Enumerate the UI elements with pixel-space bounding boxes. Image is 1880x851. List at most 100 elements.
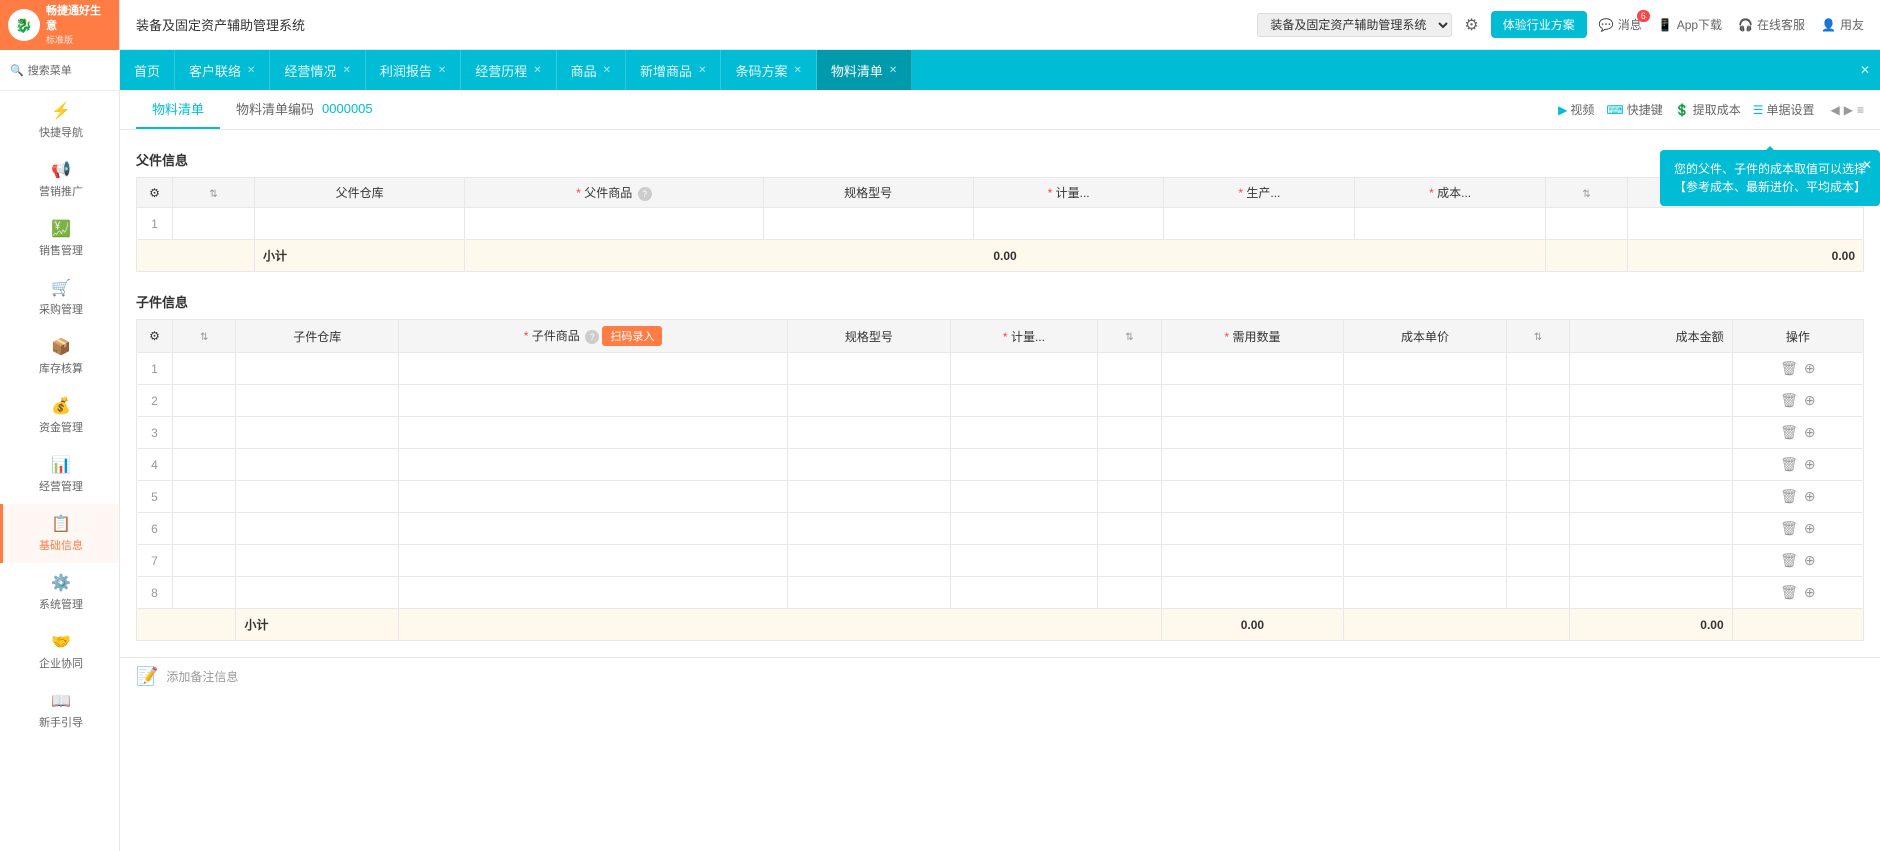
sub-tab-bom-list[interactable]: 物料清单 <box>136 90 220 129</box>
child-product-4[interactable] <box>398 449 787 481</box>
product-info-icon[interactable]: ? <box>638 187 652 201</box>
message-action[interactable]: 💬 消息 6 <box>1599 16 1642 33</box>
parent-produce-1[interactable] <box>1164 208 1355 240</box>
child-spec-2[interactable] <box>788 385 951 417</box>
child-warehouse-3[interactable] <box>236 417 399 449</box>
child-spec-1[interactable] <box>788 353 951 385</box>
delete-row-icon-3[interactable]: 🗑 <box>1780 424 1798 441</box>
child-unitcost-4[interactable] <box>1344 449 1507 481</box>
child-spec-8[interactable] <box>788 577 951 609</box>
sidebar-item-enterprise[interactable]: 🤝 企业协同 <box>0 622 119 681</box>
copy-row-icon-4[interactable]: ⊕ <box>1804 456 1816 473</box>
child-warehouse-8[interactable] <box>236 577 399 609</box>
child-qty-2[interactable] <box>1161 385 1344 417</box>
child-spec-6[interactable] <box>788 513 951 545</box>
tab-product-close[interactable]: ✕ <box>603 65 611 76</box>
child-unitcost-2[interactable] <box>1344 385 1507 417</box>
tab-bom[interactable]: 物料清单 ✕ <box>817 50 912 90</box>
user-action[interactable]: 👤 用友 <box>1821 16 1864 33</box>
child-product-5[interactable] <box>398 481 787 513</box>
child-warehouse-6[interactable] <box>236 513 399 545</box>
child-product-1[interactable] <box>398 353 787 385</box>
sidebar-item-finance[interactable]: 💰 资金管理 <box>0 386 119 445</box>
child-unit-7[interactable] <box>950 545 1098 577</box>
sidebar-search[interactable]: 🔍 搜索菜单 <box>0 50 119 91</box>
child-unit-4[interactable] <box>950 449 1098 481</box>
tab-customer[interactable]: 客户联络 ✕ <box>175 50 270 90</box>
tab-barcode[interactable]: 条码方案 ✕ <box>721 50 816 90</box>
sidebar-item-purchase[interactable]: 🛒 采购管理 <box>0 268 119 327</box>
sub-tab-bom-code[interactable]: 物料清单编码 0000005 <box>220 90 389 129</box>
sidebar-item-sales[interactable]: 💹 销售管理 <box>0 209 119 268</box>
app-download-action[interactable]: 📱 App下载 <box>1658 16 1722 33</box>
trial-button[interactable]: 体验行业方案 <box>1491 11 1587 38</box>
tab-history[interactable]: 经营历程 ✕ <box>461 50 556 90</box>
tab-profit[interactable]: 利润报告 ✕ <box>366 50 461 90</box>
tab-product[interactable]: 商品 ✕ <box>557 50 626 90</box>
delete-row-icon-7[interactable]: 🗑 <box>1780 552 1798 569</box>
add-note-text[interactable]: 添加备注信息 <box>166 668 238 685</box>
parent-unit-1[interactable] <box>973 208 1164 240</box>
sidebar-item-inventory[interactable]: 📦 库存核算 <box>0 327 119 386</box>
sidebar-item-system[interactable]: ⚙️ 系统管理 <box>0 563 119 622</box>
child-unitcost-5[interactable] <box>1344 481 1507 513</box>
parent-product-1[interactable] <box>465 208 764 240</box>
parent-warehouse-1[interactable] <box>255 208 465 240</box>
child-unitcost-6[interactable] <box>1344 513 1507 545</box>
child-unitcost-1[interactable] <box>1344 353 1507 385</box>
copy-row-icon-1[interactable]: ⊕ <box>1804 360 1816 377</box>
child-product-6[interactable] <box>398 513 787 545</box>
delete-row-icon-2[interactable]: 🗑 <box>1780 392 1798 409</box>
tab-new-product[interactable]: 新增商品 ✕ <box>626 50 721 90</box>
sidebar-item-marketing[interactable]: 📢 营销推广 <box>0 150 119 209</box>
system-dropdown[interactable]: 装备及固定资产辅助管理系统 <box>1257 13 1452 37</box>
child-warehouse-7[interactable] <box>236 545 399 577</box>
child-product-info-icon[interactable]: ? <box>585 330 599 344</box>
child-product-2[interactable] <box>398 385 787 417</box>
tab-operations-close[interactable]: ✕ <box>342 65 350 76</box>
tab-history-close[interactable]: ✕ <box>533 65 541 76</box>
child-qty-5[interactable] <box>1161 481 1344 513</box>
child-spec-4[interactable] <box>788 449 951 481</box>
parent-spec-1[interactable] <box>763 208 973 240</box>
child-qty-1[interactable] <box>1161 353 1344 385</box>
settings-button[interactable]: ⚙ <box>1464 15 1478 35</box>
child-qty-7[interactable] <box>1161 545 1344 577</box>
view-action[interactable]: ▶ 视频 <box>1558 101 1594 118</box>
child-product-8[interactable] <box>398 577 787 609</box>
child-unitcost-8[interactable] <box>1344 577 1507 609</box>
sidebar-item-basic-info[interactable]: 📋 基础信息 <box>0 504 119 563</box>
delete-row-icon-8[interactable]: 🗑 <box>1780 584 1798 601</box>
child-unitcost-7[interactable] <box>1344 545 1507 577</box>
child-unit-6[interactable] <box>950 513 1098 545</box>
child-unit-2[interactable] <box>950 385 1098 417</box>
close-all-tabs[interactable]: ✕ <box>1850 50 1880 90</box>
child-unit-8[interactable] <box>950 577 1098 609</box>
child-product-7[interactable] <box>398 545 787 577</box>
delete-row-icon-4[interactable]: 🗑 <box>1780 456 1798 473</box>
delete-row-icon-6[interactable]: 🗑 <box>1780 520 1798 537</box>
settings-action[interactable]: ☰ 单据设置 <box>1753 101 1815 118</box>
child-spec-3[interactable] <box>788 417 951 449</box>
child-unit-3[interactable] <box>950 417 1098 449</box>
copy-row-icon-2[interactable]: ⊕ <box>1804 392 1816 409</box>
list-view-icon[interactable]: ≡ <box>1857 103 1864 117</box>
child-qty-3[interactable] <box>1161 417 1344 449</box>
sidebar-item-quick-nav[interactable]: ⚡ 快捷导航 <box>0 91 119 150</box>
child-warehouse-1[interactable] <box>236 353 399 385</box>
tab-new-product-close[interactable]: ✕ <box>698 65 706 76</box>
copy-row-icon-3[interactable]: ⊕ <box>1804 424 1816 441</box>
add-note-icon[interactable]: 📝 <box>136 666 158 687</box>
tooltip-close-button[interactable]: ✕ <box>1862 156 1872 174</box>
child-unit-5[interactable] <box>950 481 1098 513</box>
tab-barcode-close[interactable]: ✕ <box>793 65 801 76</box>
tab-profit-close[interactable]: ✕ <box>438 65 446 76</box>
copy-row-icon-7[interactable]: ⊕ <box>1804 552 1816 569</box>
tab-home[interactable]: 首页 <box>120 50 175 90</box>
child-qty-4[interactable] <box>1161 449 1344 481</box>
sidebar-item-operations[interactable]: 📊 经营管理 <box>0 445 119 504</box>
delete-row-icon-1[interactable]: 🗑 <box>1780 360 1798 377</box>
child-product-3[interactable] <box>398 417 787 449</box>
child-qty-8[interactable] <box>1161 577 1344 609</box>
copy-row-icon-5[interactable]: ⊕ <box>1804 488 1816 505</box>
